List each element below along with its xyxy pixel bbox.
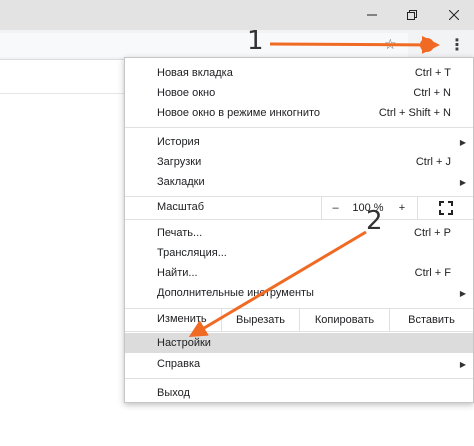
menu-separator <box>125 331 473 332</box>
chrome-main-menu: Новая вкладка Ctrl + T Новое окно Ctrl +… <box>124 57 474 403</box>
menu-item-bookmarks[interactable]: Закладки ▶ <box>125 172 473 192</box>
zoom-in-button[interactable]: + <box>387 197 417 219</box>
restore-icon[interactable] <box>394 0 430 30</box>
menu-separator <box>125 219 473 220</box>
menu-item-more-tools[interactable]: Дополнительные инструменты ▶ <box>125 283 473 303</box>
menu-item-label: История <box>157 136 200 148</box>
fullscreen-icon <box>438 201 453 215</box>
menu-separator <box>125 127 473 128</box>
menu-item-cast[interactable]: Трансляция... <box>125 243 473 263</box>
menu-item-label: Найти... <box>157 267 198 279</box>
menu-separator <box>125 378 473 379</box>
menu-item-find[interactable]: Найти... Ctrl + F <box>125 263 473 283</box>
menu-item-new-window[interactable]: Новое окно Ctrl + N <box>125 83 473 103</box>
menu-item-shortcut: Ctrl + F <box>414 267 451 279</box>
star-icon[interactable]: ☆ <box>384 36 397 53</box>
menu-item-label: Печать... <box>157 227 203 239</box>
menu-item-shortcut: Ctrl + P <box>414 227 451 239</box>
browser-toolbar <box>0 30 474 60</box>
menu-item-label: Загрузки <box>157 156 202 168</box>
kebab-menu-icon[interactable]: ⋮ <box>446 33 468 57</box>
menu-item-help[interactable]: Справка ▶ <box>125 354 473 374</box>
submenu-arrow-icon: ▶ <box>459 177 466 187</box>
menu-item-downloads[interactable]: Загрузки Ctrl + J <box>125 152 473 172</box>
submenu-arrow-icon: ▶ <box>459 137 466 147</box>
address-bar[interactable] <box>0 33 408 57</box>
menu-item-label: Выход <box>157 387 190 399</box>
edit-row: Изменить Вырезать Копировать Вставить <box>125 309 473 331</box>
menu-item-settings[interactable]: Настройки <box>125 333 473 353</box>
fullscreen-button[interactable] <box>417 197 473 219</box>
menu-item-exit[interactable]: Выход <box>125 383 473 403</box>
menu-item-incognito[interactable]: Новое окно в режиме инкогнито Ctrl + Shi… <box>125 103 473 123</box>
menu-item-print[interactable]: Печать... Ctrl + P <box>125 223 473 243</box>
menu-item-label: Новое окно в режиме инкогнито <box>157 107 321 119</box>
minimize-icon[interactable] <box>354 0 390 30</box>
paste-button[interactable]: Вставить <box>389 309 473 331</box>
menu-item-shortcut: Ctrl + J <box>415 156 451 168</box>
step-number-1: 1 <box>247 26 264 56</box>
close-icon[interactable] <box>436 0 472 30</box>
menu-item-label: Новая вкладка <box>157 67 233 79</box>
menu-item-label: Дополнительные инструменты <box>157 287 314 299</box>
menu-item-label: Закладки <box>157 176 205 188</box>
edit-label: Изменить <box>157 313 207 325</box>
zoom-out-button[interactable]: – <box>321 197 349 219</box>
menu-item-label: Новое окно <box>157 87 216 99</box>
zoom-label: Масштаб <box>157 201 205 213</box>
divider <box>0 93 128 94</box>
extension-icon[interactable] <box>420 38 434 52</box>
copy-button[interactable]: Копировать <box>299 309 389 331</box>
submenu-arrow-icon: ▶ <box>459 359 466 369</box>
menu-item-shortcut: Ctrl + T <box>414 67 451 79</box>
submenu-arrow-icon: ▶ <box>459 288 466 298</box>
step-number-2: 2 <box>366 206 383 236</box>
menu-item-label: Справка <box>157 358 201 370</box>
menu-item-new-tab[interactable]: Новая вкладка Ctrl + T <box>125 63 473 83</box>
menu-item-label: Трансляция... <box>157 247 227 259</box>
menu-item-label: Настройки <box>157 337 211 349</box>
zoom-row: Масштаб – 100 % + <box>125 197 473 219</box>
menu-item-history[interactable]: История ▶ <box>125 132 473 152</box>
menu-item-shortcut: Ctrl + Shift + N <box>378 107 451 119</box>
cut-button[interactable]: Вырезать <box>221 309 299 331</box>
title-bar <box>0 0 474 30</box>
menu-item-shortcut: Ctrl + N <box>413 87 451 99</box>
